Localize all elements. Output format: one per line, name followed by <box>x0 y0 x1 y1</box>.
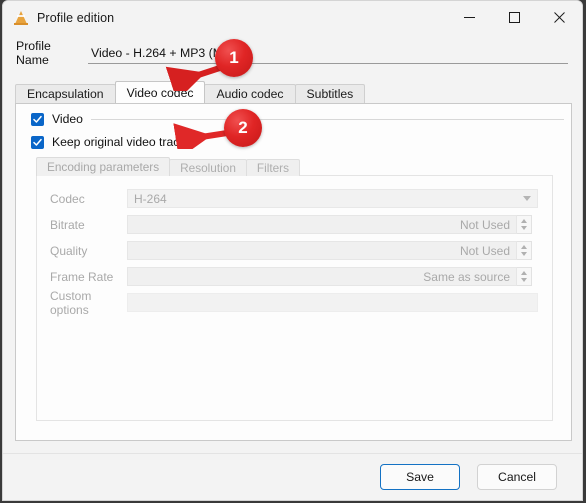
keep-original-video-track-label: Keep original video track <box>52 135 186 149</box>
profile-name-row: Profile Name Video - H.264 + MP3 (MP4) <box>3 39 582 67</box>
stepper-up-icon <box>521 245 527 249</box>
tab-encapsulation[interactable]: Encapsulation <box>15 84 116 103</box>
window-controls <box>447 1 582 34</box>
custom-options-label: Custom options <box>50 288 92 317</box>
tab-subtitles[interactable]: Subtitles <box>294 84 366 103</box>
chevron-down-icon <box>523 196 531 201</box>
codec-value: H-264 <box>134 191 167 206</box>
custom-options-input[interactable] <box>127 293 538 312</box>
profile-edition-dialog: Profile edition Profile Name Video - H.2… <box>2 0 583 501</box>
keep-original-video-track-row: Keep original video track <box>31 135 185 149</box>
tab-resolution[interactable]: Resolution <box>169 159 247 176</box>
save-button[interactable]: Save <box>380 464 460 490</box>
vlc-cone-icon <box>13 10 29 26</box>
video-group-separator <box>90 118 564 120</box>
title-bar: Profile edition <box>3 1 582 34</box>
codec-label: Codec <box>50 191 85 206</box>
stepper-down-icon <box>521 278 527 282</box>
codec-combobox[interactable]: H-264 <box>127 189 538 208</box>
keep-original-video-track-checkbox[interactable] <box>31 135 44 149</box>
frame-rate-stepper[interactable] <box>517 267 532 286</box>
stepper-down-icon <box>521 252 527 256</box>
video-checkbox[interactable] <box>31 112 44 126</box>
bitrate-stepper[interactable] <box>517 215 532 234</box>
window-title: Profile edition <box>37 10 115 25</box>
bitrate-label: Bitrate <box>50 217 85 232</box>
annotation-badge-2: 2 <box>224 109 262 147</box>
minimize-icon[interactable] <box>447 1 492 34</box>
stepper-up-icon <box>521 219 527 223</box>
custom-options-row: Custom options <box>37 289 552 317</box>
quality-label: Quality <box>50 243 88 258</box>
stepper-down-icon <box>521 226 527 230</box>
video-checkbox-row: Video <box>31 112 564 126</box>
tab-filters[interactable]: Filters <box>245 159 301 176</box>
video-codec-panel: Video Keep original video track Encoding… <box>15 103 572 441</box>
quality-stepper[interactable] <box>517 241 532 260</box>
frame-rate-row: Frame Rate Same as source <box>37 267 552 286</box>
dialog-footer: Save Cancel <box>3 454 582 500</box>
profile-name-input[interactable]: Video - H.264 + MP3 (MP4) <box>88 42 568 64</box>
maximize-icon[interactable] <box>492 1 537 34</box>
annotation-badge-1: 1 <box>215 39 253 77</box>
profile-name-label: Profile Name <box>16 39 51 67</box>
codec-row: Codec H-264 <box>37 189 552 208</box>
stepper-up-icon <box>521 271 527 275</box>
frame-rate-input[interactable]: Same as source <box>127 267 517 286</box>
video-checkbox-label: Video <box>52 112 83 126</box>
bitrate-input[interactable]: Not Used <box>127 215 517 234</box>
quality-row: Quality Not Used <box>37 241 552 260</box>
bitrate-row: Bitrate Not Used <box>37 215 552 234</box>
encoding-parameters-panel: Codec H-264 Bitrate Not Used Quality Not… <box>36 175 553 421</box>
quality-input[interactable]: Not Used <box>127 241 517 260</box>
tab-encoding-parameters[interactable]: Encoding parameters <box>36 157 171 176</box>
encoding-tab-bar: Encoding parameters Resolution Filters <box>36 157 301 176</box>
frame-rate-label: Frame Rate <box>50 269 114 284</box>
cancel-button[interactable]: Cancel <box>477 464 557 490</box>
close-icon[interactable] <box>537 1 582 34</box>
